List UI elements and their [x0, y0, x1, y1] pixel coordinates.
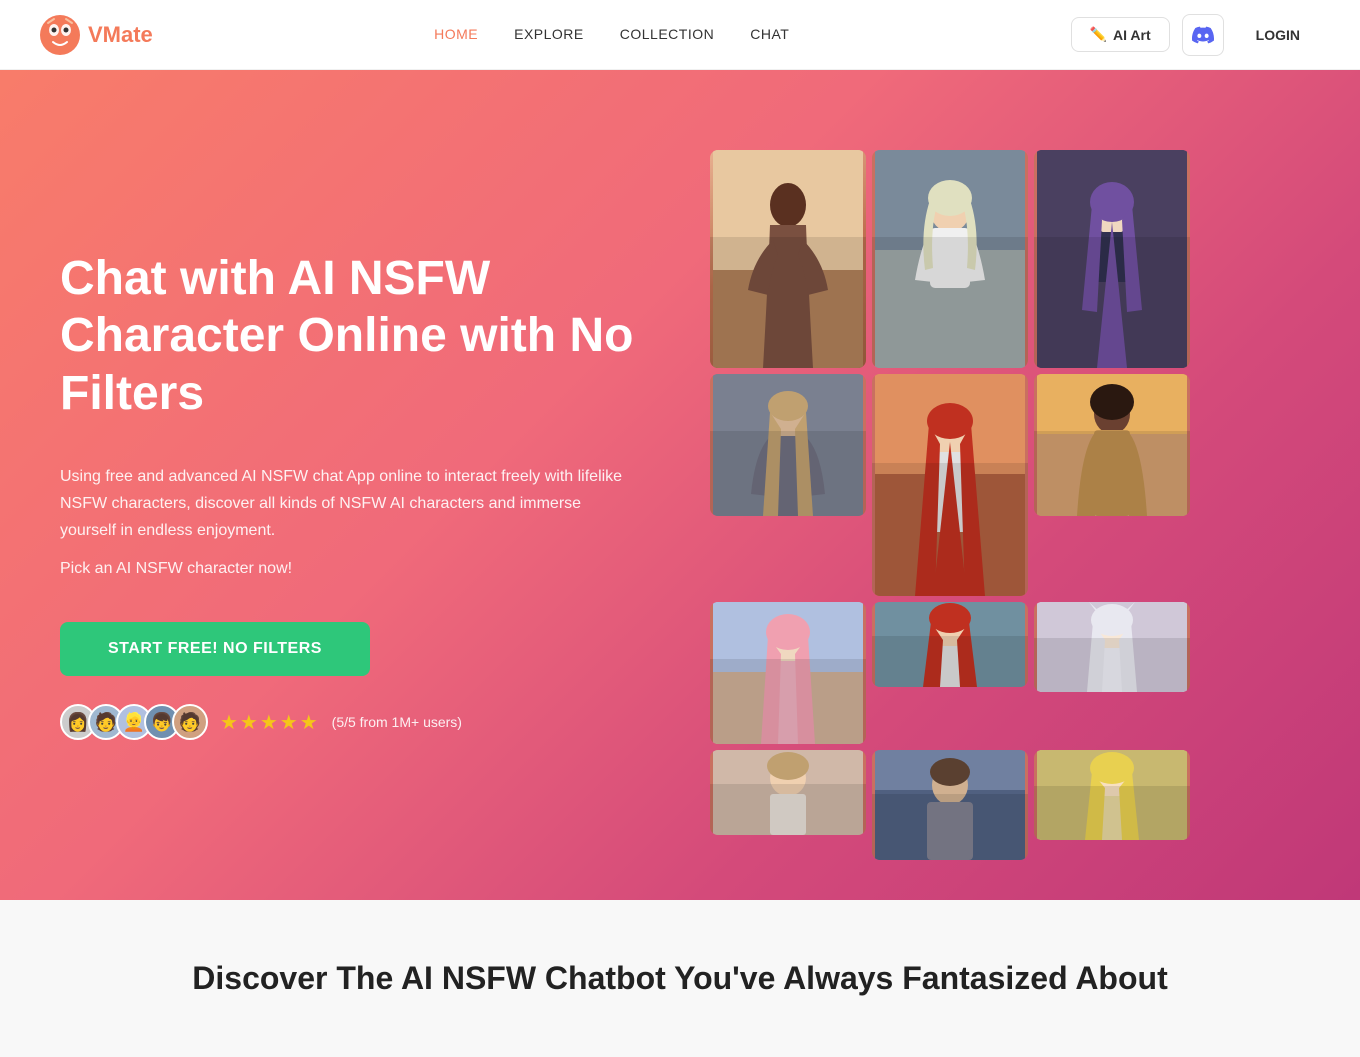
- hero-image-grid: [710, 150, 1190, 860]
- nav-explore[interactable]: EXPLORE: [514, 26, 584, 42]
- image-cell-10[interactable]: [710, 750, 866, 835]
- discord-icon: [1192, 24, 1214, 46]
- nav-chat[interactable]: CHAT: [750, 26, 789, 42]
- ai-art-label: AI Art: [1113, 27, 1151, 43]
- image-cell-7[interactable]: [710, 602, 866, 744]
- navbar: VMate HOME EXPLORE COLLECTION CHAT ✏️ AI…: [0, 0, 1360, 70]
- ai-art-button[interactable]: ✏️ AI Art: [1071, 17, 1170, 52]
- hero-content: Chat with AI NSFW Character Online with …: [60, 250, 710, 740]
- ratings-row: 👩 🧑 👱 👦 🧑 ★★★★★ (5/5 from 1M+ users): [60, 704, 710, 740]
- image-cell-2[interactable]: [872, 150, 1028, 368]
- image-cell-9[interactable]: [1034, 602, 1190, 692]
- image-cell-4[interactable]: [710, 374, 866, 516]
- discord-button[interactable]: [1182, 14, 1224, 56]
- rating-count: (5/5 from 1M+ users): [332, 714, 462, 730]
- nav-right: ✏️ AI Art LOGIN: [1071, 14, 1320, 56]
- image-cell-3[interactable]: [1034, 150, 1190, 368]
- nav-collection[interactable]: COLLECTION: [620, 26, 714, 42]
- logo-text: VMate: [88, 22, 153, 48]
- login-button[interactable]: LOGIN: [1236, 19, 1320, 51]
- hero-pick-text: Pick an AI NSFW character now!: [60, 560, 710, 578]
- hero-title: Chat with AI NSFW Character Online with …: [60, 250, 710, 423]
- star-rating: ★★★★★: [220, 710, 320, 735]
- image-cell-1[interactable]: [710, 150, 866, 368]
- nav-home[interactable]: HOME: [434, 26, 478, 42]
- avatar-5: 🧑: [172, 704, 208, 740]
- ai-art-icon: ✏️: [1090, 26, 1107, 43]
- start-free-button[interactable]: START FREE! NO FILTERS: [60, 622, 370, 676]
- hero-description: Using free and advanced AI NSFW chat App…: [60, 463, 640, 545]
- image-cell-6[interactable]: [1034, 374, 1190, 516]
- bottom-title: Discover The AI NSFW Chatbot You've Alwa…: [40, 960, 1320, 997]
- logo-icon: [40, 15, 80, 55]
- image-cell-8[interactable]: [872, 602, 1028, 687]
- nav-links: HOME EXPLORE COLLECTION CHAT: [434, 26, 789, 44]
- image-cell-12[interactable]: [1034, 750, 1190, 840]
- hero-section: Chat with AI NSFW Character Online with …: [0, 70, 1360, 900]
- bottom-section: Discover The AI NSFW Chatbot You've Alwa…: [0, 900, 1360, 1057]
- image-cell-5[interactable]: [872, 374, 1028, 596]
- avatar-group: 👩 🧑 👱 👦 🧑: [60, 704, 208, 740]
- image-cell-11[interactable]: [872, 750, 1028, 860]
- logo-link[interactable]: VMate: [40, 15, 153, 55]
